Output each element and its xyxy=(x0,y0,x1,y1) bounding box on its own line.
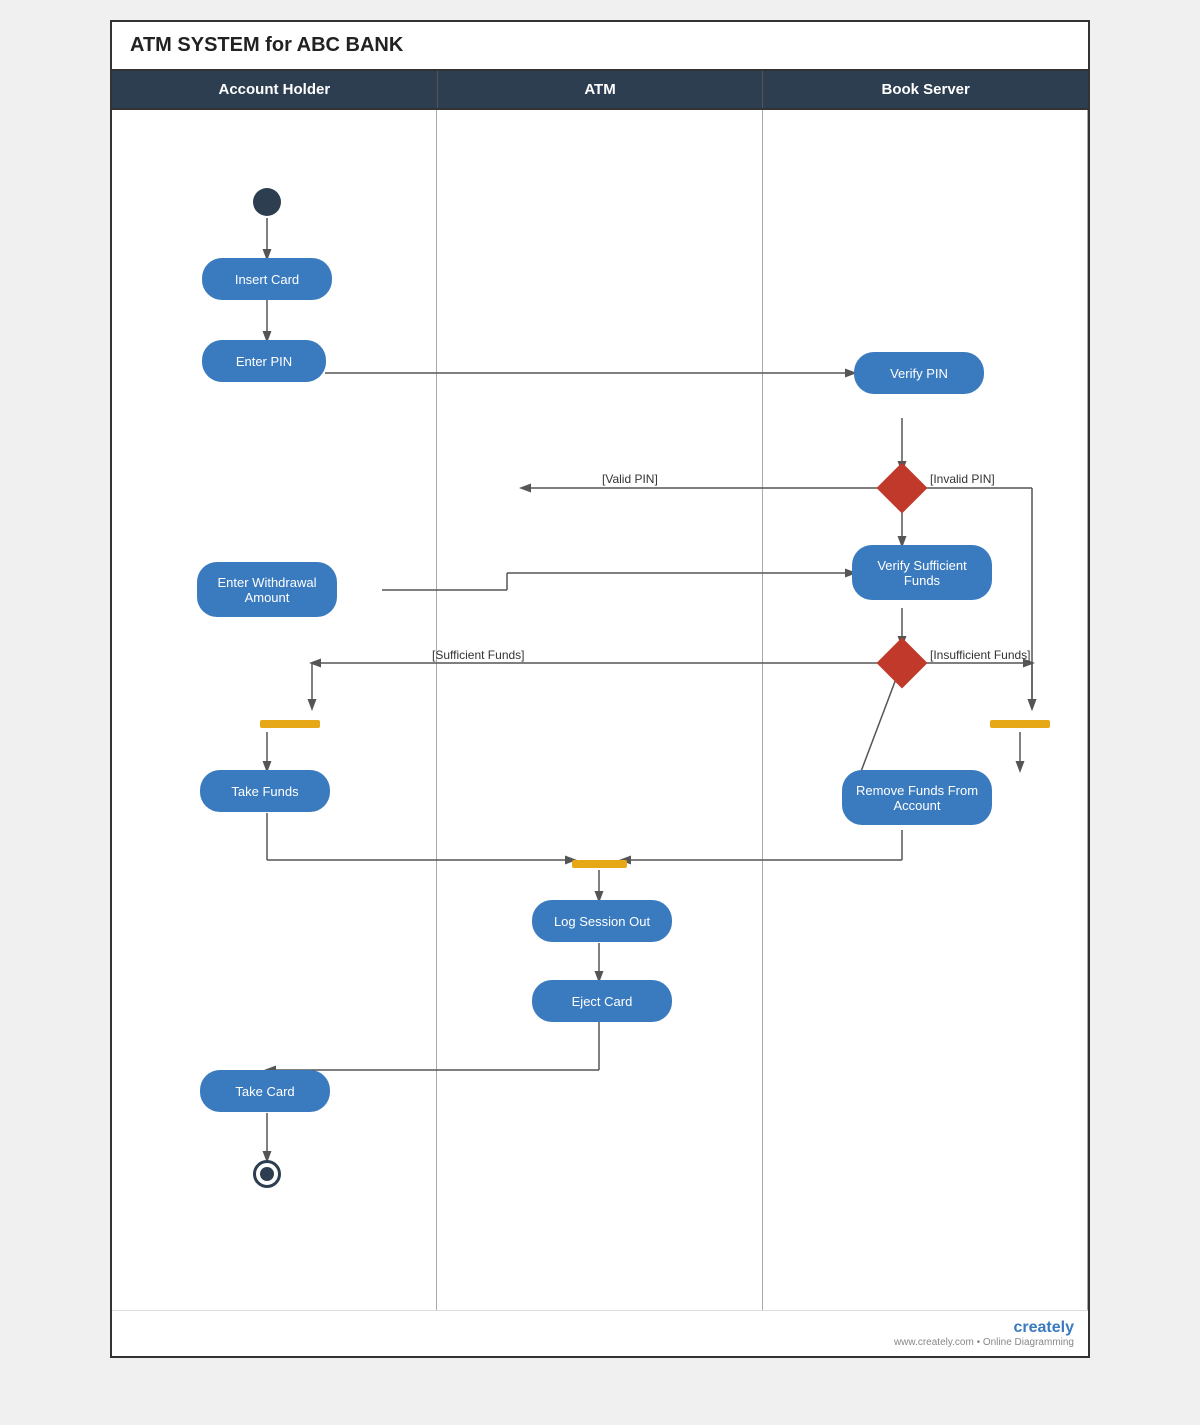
footer: creately www.creately.com • Online Diagr… xyxy=(112,1310,1088,1356)
label-invalid-pin: [Invalid PIN] xyxy=(930,472,995,486)
sync-bar-atm xyxy=(572,860,627,868)
sync-bar-left xyxy=(260,720,320,728)
brand-sub: www.creately.com • Online Diagramming xyxy=(126,1337,1074,1348)
label-insufficient-funds: [Insufficient Funds] xyxy=(930,648,1031,662)
node-insert-card: Insert Card xyxy=(202,258,332,300)
lane-header-account: Account Holder xyxy=(112,71,438,108)
label-valid-pin: [Valid PIN] xyxy=(602,472,658,486)
start-node xyxy=(253,188,281,216)
end-node xyxy=(253,1160,281,1188)
swimlane-body: Insert Card Enter PIN Enter Withdrawal A… xyxy=(112,110,1088,1310)
sync-bar-right xyxy=(990,720,1050,728)
node-enter-withdrawal: Enter Withdrawal Amount xyxy=(197,562,337,617)
node-take-card: Take Card xyxy=(200,1070,330,1112)
lane-book xyxy=(763,110,1088,1310)
node-verify-funds: Verify Sufficient Funds xyxy=(852,545,992,600)
brand-name: creately xyxy=(126,1319,1074,1337)
node-remove-funds: Remove Funds From Account xyxy=(842,770,992,825)
node-eject-card: Eject Card xyxy=(532,980,672,1022)
node-take-funds: Take Funds xyxy=(200,770,330,812)
node-verify-pin: Verify PIN xyxy=(854,352,984,394)
node-log-session: Log Session Out xyxy=(532,900,672,942)
swimlane-header: Account Holder ATM Book Server xyxy=(112,71,1088,110)
node-enter-pin: Enter PIN xyxy=(202,340,326,382)
lane-header-atm: ATM xyxy=(438,71,764,108)
diagram-container: ATM SYSTEM for ABC BANK Account Holder A… xyxy=(110,20,1090,1358)
lane-atm xyxy=(437,110,762,1310)
diagram-title: ATM SYSTEM for ABC BANK xyxy=(112,22,1088,71)
end-node-inner xyxy=(260,1167,274,1181)
lane-header-book: Book Server xyxy=(763,71,1088,108)
label-sufficient-funds: [Sufficient Funds] xyxy=(432,648,525,662)
